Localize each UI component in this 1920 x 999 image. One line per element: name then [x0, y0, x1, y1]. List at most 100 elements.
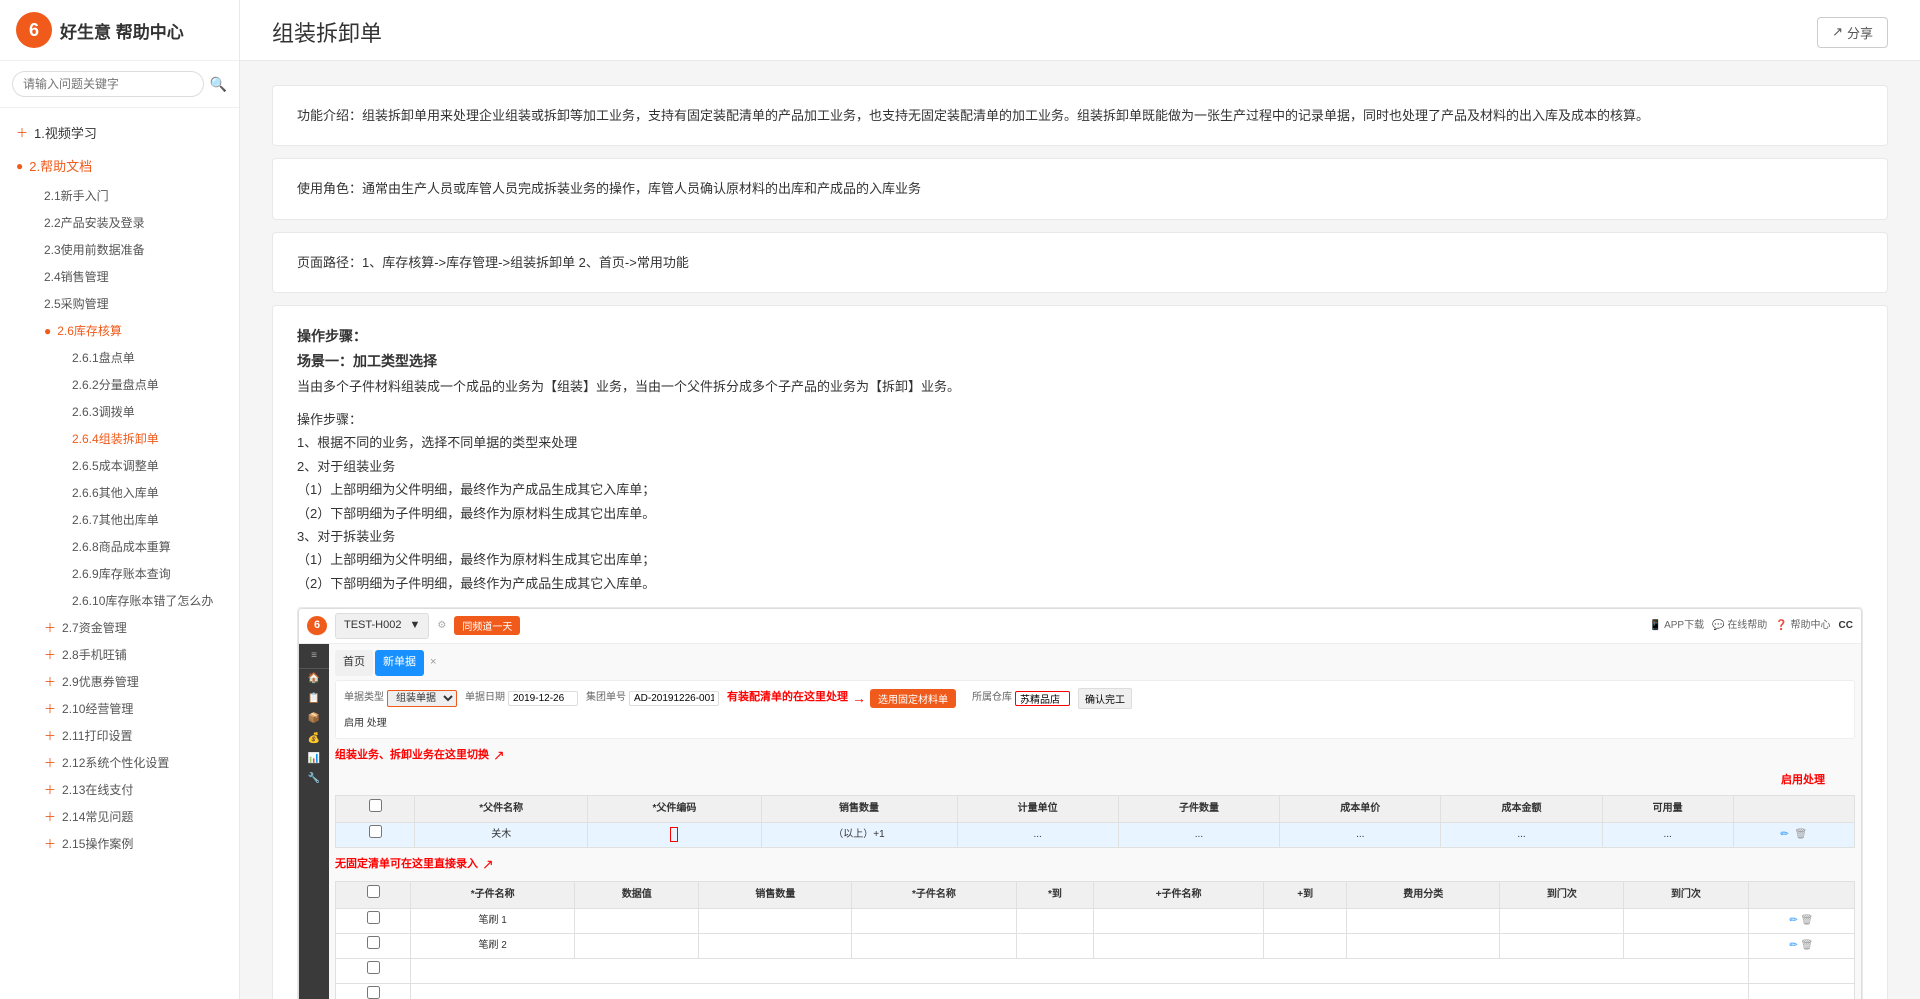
sidebar-item-account-check[interactable]: 2.6.9库存账本查询	[56, 560, 239, 587]
lth-v5: +子件名称	[1094, 882, 1264, 909]
sidebar-item-quantity[interactable]: 2.6.2分量盘点单	[56, 371, 239, 398]
step2b: （2）下部明细为子件明细，最终作为原材料生成其它出库单。	[297, 502, 1863, 525]
role-text: 使用角色：通常由生产人员或库管人员完成拆装业务的操作，库管人员确认原材料的出库和…	[297, 177, 1863, 200]
upper-table-body: 关木 （以上）+1 ... ... ... ...	[336, 822, 1855, 847]
lower-v6-2	[1264, 934, 1347, 959]
lth-v2: 销售数量	[699, 882, 852, 909]
sidebar-item-purchase[interactable]: 2.5采购管理	[28, 290, 239, 317]
lower-ops-3[interactable]	[1748, 959, 1855, 984]
sidebar-item-custom[interactable]: ＋ 2.12系统个性化设置	[28, 749, 239, 776]
select-all-checkbox[interactable]	[369, 799, 382, 812]
lower-del2-icon[interactable]: 🗑	[1800, 940, 1813, 951]
sidebar-item-other-in[interactable]: 2.6.6其他入库单	[56, 479, 239, 506]
search-button[interactable]: 🔍	[210, 76, 227, 93]
lower-row-4	[336, 984, 1855, 999]
steps-card: 操作步骤： 场景一：加工类型选择 当由多个子件材料组装成一个成品的业务为【组装】…	[272, 305, 1888, 999]
sidebar-item-ops[interactable]: ＋ 2.10经营管理	[28, 695, 239, 722]
confirm-btn[interactable]: 确认完工	[1078, 688, 1132, 709]
sidebar-item-other-out[interactable]: 2.6.7其他出库单	[56, 506, 239, 533]
lower-v6-1	[1264, 909, 1347, 934]
th-parent-code: *父件编码	[588, 795, 761, 822]
sidebar-item-coupon[interactable]: ＋ 2.9优惠券管理	[28, 668, 239, 695]
date-input[interactable]	[508, 691, 578, 706]
lower-v3-2	[852, 934, 1016, 959]
sidebar-item-transfer[interactable]: 2.6.3调拨单	[56, 398, 239, 425]
code-redbox	[670, 827, 678, 842]
tab-home[interactable]: 首页	[335, 650, 373, 676]
lower-table-body: 笔刷 1	[336, 909, 1855, 999]
row-checkbox[interactable]	[369, 825, 382, 838]
fixed-material-btn[interactable]: 选用固定材料单	[870, 689, 956, 708]
sidebar-item-goods-cost[interactable]: 2.6.8商品成本重算	[56, 533, 239, 560]
lower-empty-3	[411, 959, 1748, 984]
sidebar-item-docs[interactable]: ● 2.帮助文档	[0, 149, 239, 182]
annotation-sub-area: 启用 处理	[344, 715, 1846, 733]
lower-empty-4	[411, 984, 1748, 999]
num-input[interactable]	[629, 691, 719, 706]
share-button[interactable]: ↗ 分享	[1817, 17, 1888, 48]
lower-ops-1[interactable]: ✏ 🗑	[1748, 909, 1855, 934]
lower-table-head: *子件名称 数据值 销售数量 *子件名称 *到 +子件名称 +到 费用分类 到门	[336, 882, 1855, 909]
td-parent-code	[588, 822, 761, 847]
sidebar-item-case[interactable]: ＋ 2.15操作案例	[28, 830, 239, 857]
search-input[interactable]	[12, 71, 204, 97]
sidebar-item-data[interactable]: 2.3使用前数据准备	[28, 236, 239, 263]
lower-row2-checkbox[interactable]	[367, 936, 380, 949]
tab-new-doc[interactable]: 新单据	[375, 650, 424, 676]
sidebar-item-assemble[interactable]: 2.6.4组装拆卸单	[56, 425, 239, 452]
edit-icon[interactable]: ✏	[1780, 829, 1788, 840]
annotation3-text: 启用处理	[1781, 771, 1825, 791]
warehouse-input[interactable]	[1015, 691, 1070, 706]
step3a: （1）上部明细为父件明细，最终作为原材料生成其它出库单；	[297, 548, 1863, 571]
sidebar-item-install[interactable]: 2.2产品安装及登录	[28, 209, 239, 236]
sidebar-item-video[interactable]: ＋ 1.视频学习	[0, 116, 239, 149]
company-selector[interactable]: TEST-H002 ▼	[335, 613, 429, 639]
sidebar-item-online-pay[interactable]: ＋ 2.13在线支付	[28, 776, 239, 803]
lower-v8-1	[1500, 909, 1624, 934]
sidebar-item-mobile[interactable]: ＋ 2.8手机旺铺	[28, 641, 239, 668]
lower-name1: 笔刷 1	[411, 909, 575, 934]
lth-action	[1748, 882, 1855, 909]
app-tabs: 首页 新单据 ×	[335, 650, 1855, 676]
num-label: 集团单号	[586, 689, 626, 707]
td-check[interactable]	[336, 822, 415, 847]
delete-icon[interactable]: 🗑	[1795, 829, 1808, 840]
search-box[interactable]: 🔍	[0, 61, 239, 108]
annotation4-text: 无固定清单可在这里直接录入	[335, 855, 478, 875]
lower-row-3	[336, 959, 1855, 984]
th-action	[1733, 795, 1854, 822]
lower-ops-2[interactable]: ✏ 🗑	[1748, 934, 1855, 959]
lower-row3-checkbox[interactable]	[367, 961, 380, 974]
td-sales-qty: （以上）+1	[761, 822, 957, 847]
app-logo: 6	[307, 616, 327, 636]
lower-select-all[interactable]	[367, 885, 380, 898]
tab-close[interactable]: ×	[426, 650, 440, 676]
sidebar-item-faq[interactable]: ＋ 2.14常见问题	[28, 803, 239, 830]
sidebar-item-account-err[interactable]: 2.6.10库存账本错了怎么办	[56, 587, 239, 614]
lower-row4-checkbox[interactable]	[367, 986, 380, 999]
lower-row1-checkbox[interactable]	[367, 911, 380, 924]
sidebar-header: 6 好生意 帮助中心	[0, 0, 239, 61]
plus-icon-faq: ＋	[44, 808, 56, 825]
type-select[interactable]: 组装单据 拆卸单据	[387, 690, 457, 707]
sidebar-item-sales[interactable]: 2.4销售管理	[28, 263, 239, 290]
plus-icon-finance: ＋	[44, 619, 56, 636]
app-badge: 📱 APP下载	[1649, 617, 1704, 635]
lower-edit2-icon[interactable]: ✏	[1789, 940, 1797, 951]
sidebar-item-print[interactable]: ＋ 2.11打印设置	[28, 722, 239, 749]
lower-del1-icon[interactable]: 🗑	[1800, 915, 1813, 926]
sidebar-item-new[interactable]: 2.1新手入门	[28, 182, 239, 209]
topbar-freq-btn[interactable]: 同频道一天	[454, 616, 520, 635]
sidebar-item-inventory[interactable]: ● 2.6库存核算	[28, 317, 239, 344]
lower-ops-4[interactable]	[1748, 984, 1855, 999]
th-cost-amount: 成本金额	[1441, 795, 1602, 822]
sidebar-item-cost-adj[interactable]: 2.6.5成本调整单	[56, 452, 239, 479]
td-ops[interactable]: ✏ 🗑	[1733, 822, 1854, 847]
app-screenshot: 6 TEST-H002 ▼ ⚙ 同频道一天 📱 APP下载 💬 在线帮助 ❓ 帮…	[298, 608, 1862, 999]
sidebar-item-stocktake[interactable]: 2.6.1盘点单	[56, 344, 239, 371]
lower-v5-2	[1094, 934, 1264, 959]
lower-edit1-icon[interactable]: ✏	[1789, 915, 1797, 926]
sidebar: 6 好生意 帮助中心 🔍 ＋ 1.视频学习 ● 2.帮助文档 2.1新手入门 2…	[0, 0, 240, 999]
arrow2-icon: ↗	[493, 743, 505, 768]
sidebar-item-finance[interactable]: ＋ 2.7资金管理	[28, 614, 239, 641]
